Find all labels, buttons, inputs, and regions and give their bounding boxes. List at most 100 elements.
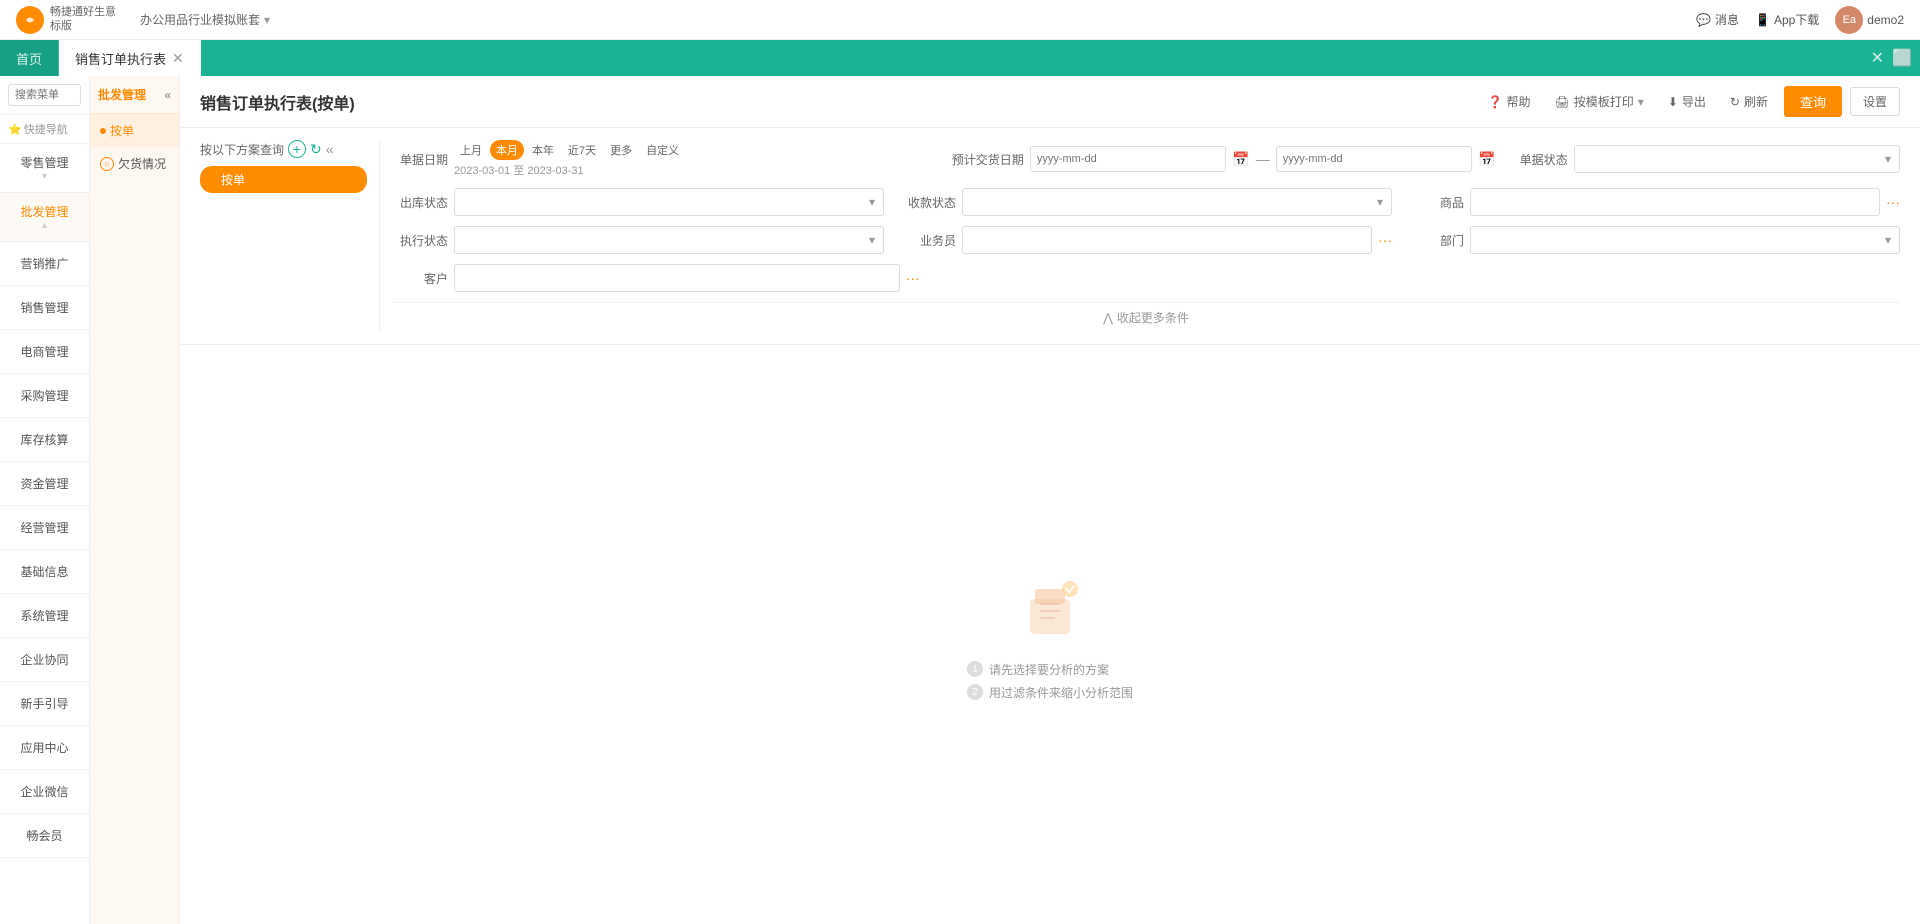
payment-select[interactable]: ▾: [962, 188, 1392, 216]
sidebar-search-area: [0, 76, 89, 115]
sidebar-item-wechat[interactable]: 企业微信: [0, 770, 89, 814]
chevron-down-icon: ▾: [1377, 195, 1383, 209]
refresh-icon: ↻: [1730, 95, 1740, 109]
sidebar-item-apps[interactable]: 应用中心: [0, 726, 89, 770]
export-button[interactable]: ⬇ 导出: [1660, 89, 1714, 114]
chevron-down-icon: ▾: [869, 233, 875, 247]
filter-customer-field: 客户 ···: [392, 264, 920, 292]
calendar-end-icon[interactable]: 📅: [1478, 151, 1495, 168]
shipment-select[interactable]: ▾: [454, 188, 884, 216]
expected-delivery-start-input[interactable]: [1030, 146, 1226, 172]
sidebar-item-wholesale[interactable]: 批发管理 ▴: [0, 193, 89, 242]
refresh-button[interactable]: ↻ 刷新: [1722, 89, 1776, 114]
chevron-down-icon: ▾: [869, 195, 875, 209]
sidebar-item-sales[interactable]: 销售管理: [0, 286, 89, 330]
collapse-more-button[interactable]: ⋀ 收起更多条件: [392, 302, 1900, 332]
date-tab-more[interactable]: 更多: [604, 140, 638, 160]
expected-delivery-end-input[interactable]: [1276, 146, 1472, 172]
collapse-up-icon: ⋀: [1103, 311, 1113, 325]
date-label: 单据日期: [392, 151, 448, 168]
query-button[interactable]: 查询: [1784, 86, 1842, 117]
help-button[interactable]: ❓ 帮助: [1480, 89, 1539, 114]
sidebar-item-enterprise[interactable]: 企业协同: [0, 638, 89, 682]
sidebar-item-finance[interactable]: 资金管理: [0, 462, 89, 506]
add-scheme-button[interactable]: +: [288, 140, 306, 158]
tab-home[interactable]: 首页: [0, 40, 59, 76]
export-icon: ⬇: [1668, 95, 1678, 109]
calendar-start-icon[interactable]: 📅: [1232, 151, 1249, 168]
sidebar-quick-nav[interactable]: ⭐ 快捷导航: [0, 115, 89, 144]
tab-close-icon[interactable]: ✕: [172, 50, 184, 67]
customer-input[interactable]: [454, 264, 900, 292]
filter-row-4: 客户 ···: [392, 264, 1900, 292]
sidebar-item-members[interactable]: 畅会员: [0, 814, 89, 858]
content-area: 销售订单执行表(按单) ❓ 帮助 🖨 按模板打印 ▾ ⬇ 导出 ↻ 刷新: [180, 76, 1920, 924]
date-tab-last-month[interactable]: 上月: [454, 140, 488, 160]
breadcrumb-text: 办公用品行业模拟账套: [140, 11, 260, 28]
filter-expected-delivery-field: 预计交货日期 📅 — 📅: [952, 146, 1496, 172]
department-select[interactable]: ▾: [1470, 226, 1900, 254]
sidebar-item-retail[interactable]: 零售管理 ▾: [0, 144, 89, 193]
filter-salesperson-field: 业务员 ···: [900, 226, 1392, 254]
sidebar-item-purchase[interactable]: 采购管理: [0, 374, 89, 418]
scheme-selector: 按以下方案查询 + ↻ « 按单: [200, 140, 380, 332]
expected-delivery-label: 预计交货日期: [952, 151, 1024, 168]
submenu-item-shortage[interactable]: ○ 欠货情况: [90, 147, 179, 180]
date-tabs: 上月 本月 本年 近7天 更多 自定义: [454, 140, 936, 160]
date-tab-this-year[interactable]: 本年: [526, 140, 560, 160]
logo-area: 畅捷通好生意 标版: [16, 6, 116, 34]
template-print-button[interactable]: 🖨 按模板打印 ▾: [1547, 89, 1652, 114]
sidebar: ⭐ 快捷导航 零售管理 ▾ 批发管理 ▴ 营销推广 销售管理 电商管理 采购管理…: [0, 76, 90, 924]
salesperson-ellipsis-icon[interactable]: ···: [1378, 232, 1392, 248]
empty-text-line2: 2 用过滤条件来缩小分析范围: [967, 684, 1133, 701]
sidebar-item-ecommerce[interactable]: 电商管理: [0, 330, 89, 374]
sidebar-item-operations[interactable]: 经营管理: [0, 506, 89, 550]
date-tab-custom[interactable]: 自定义: [640, 140, 685, 160]
refresh-scheme-icon[interactable]: ↻: [310, 141, 322, 158]
sidebar-item-onboarding[interactable]: 新手引导: [0, 682, 89, 726]
filter-shipment-field: 出库状态 ▾: [392, 188, 884, 216]
logo-icon: [16, 6, 44, 34]
top-header: 畅捷通好生意 标版 办公用品行业模拟账套 ▾ 💬 消息 📱 App下载 Ea d…: [0, 0, 1920, 40]
chevron-down-icon: ▾: [1885, 152, 1891, 166]
logo-text: 畅捷通好生意 标版: [50, 6, 116, 32]
sidebar-item-marketing[interactable]: 营销推广: [0, 242, 89, 286]
goods-ellipsis-icon[interactable]: ···: [1886, 194, 1900, 210]
breadcrumb-arrow-icon[interactable]: ▾: [264, 13, 270, 27]
date-tab-this-month[interactable]: 本月: [490, 140, 524, 160]
submenu-header: 批发管理 «: [90, 76, 179, 114]
empty-illustration: [1010, 569, 1090, 649]
status-select[interactable]: ▾: [1574, 145, 1900, 173]
header-right: 💬 消息 📱 App下载 Ea demo2: [1696, 6, 1904, 34]
search-input[interactable]: [8, 84, 81, 106]
message-button[interactable]: 💬 消息: [1696, 11, 1739, 28]
date-tab-7days[interactable]: 近7天: [562, 140, 602, 160]
header-left: 畅捷通好生意 标版 办公用品行业模拟账套 ▾: [16, 6, 270, 34]
collapse-scheme-icon[interactable]: «: [326, 141, 334, 157]
user-profile[interactable]: Ea demo2: [1835, 6, 1904, 34]
sidebar-item-inventory[interactable]: 库存核算: [0, 418, 89, 462]
app-download-button[interactable]: 📱 App下载: [1755, 11, 1819, 28]
customer-label: 客户: [392, 270, 448, 287]
empty-state: 1 请先选择要分析的方案 2 用过滤条件来缩小分析范围: [180, 345, 1920, 924]
phone-icon: 📱: [1755, 13, 1770, 27]
filter-row-3: 执行状态 ▾ 业务员 ··· 部门: [392, 226, 1900, 254]
tab-sales-order[interactable]: 销售订单执行表 ✕: [59, 40, 201, 76]
page-title: 销售订单执行表(按单): [200, 90, 355, 114]
goods-input[interactable]: [1470, 188, 1880, 216]
sidebar-item-basic-info[interactable]: 基础信息: [0, 550, 89, 594]
settings-button[interactable]: 设置: [1850, 87, 1900, 116]
customer-ellipsis-icon[interactable]: ···: [906, 270, 920, 286]
window-maximize-icon[interactable]: ⬜: [1892, 48, 1912, 68]
sidebar-item-system[interactable]: 系统管理: [0, 594, 89, 638]
execution-select[interactable]: ▾: [454, 226, 884, 254]
salesperson-input[interactable]: [962, 226, 1372, 254]
step-2-badge: 2: [967, 684, 983, 700]
step-1-badge: 1: [967, 661, 983, 677]
window-close-icon[interactable]: ✕: [1871, 48, 1884, 68]
filter-fields: 单据日期 上月 本月 本年 近7天 更多 自定义 20: [392, 140, 1900, 332]
submenu-item-by-order[interactable]: 按单: [90, 114, 179, 147]
scheme-item-by-order[interactable]: 按单: [200, 166, 367, 193]
page-header: 销售订单执行表(按单) ❓ 帮助 🖨 按模板打印 ▾ ⬇ 导出 ↻ 刷新: [180, 76, 1920, 128]
submenu-collapse-icon[interactable]: «: [164, 88, 171, 102]
